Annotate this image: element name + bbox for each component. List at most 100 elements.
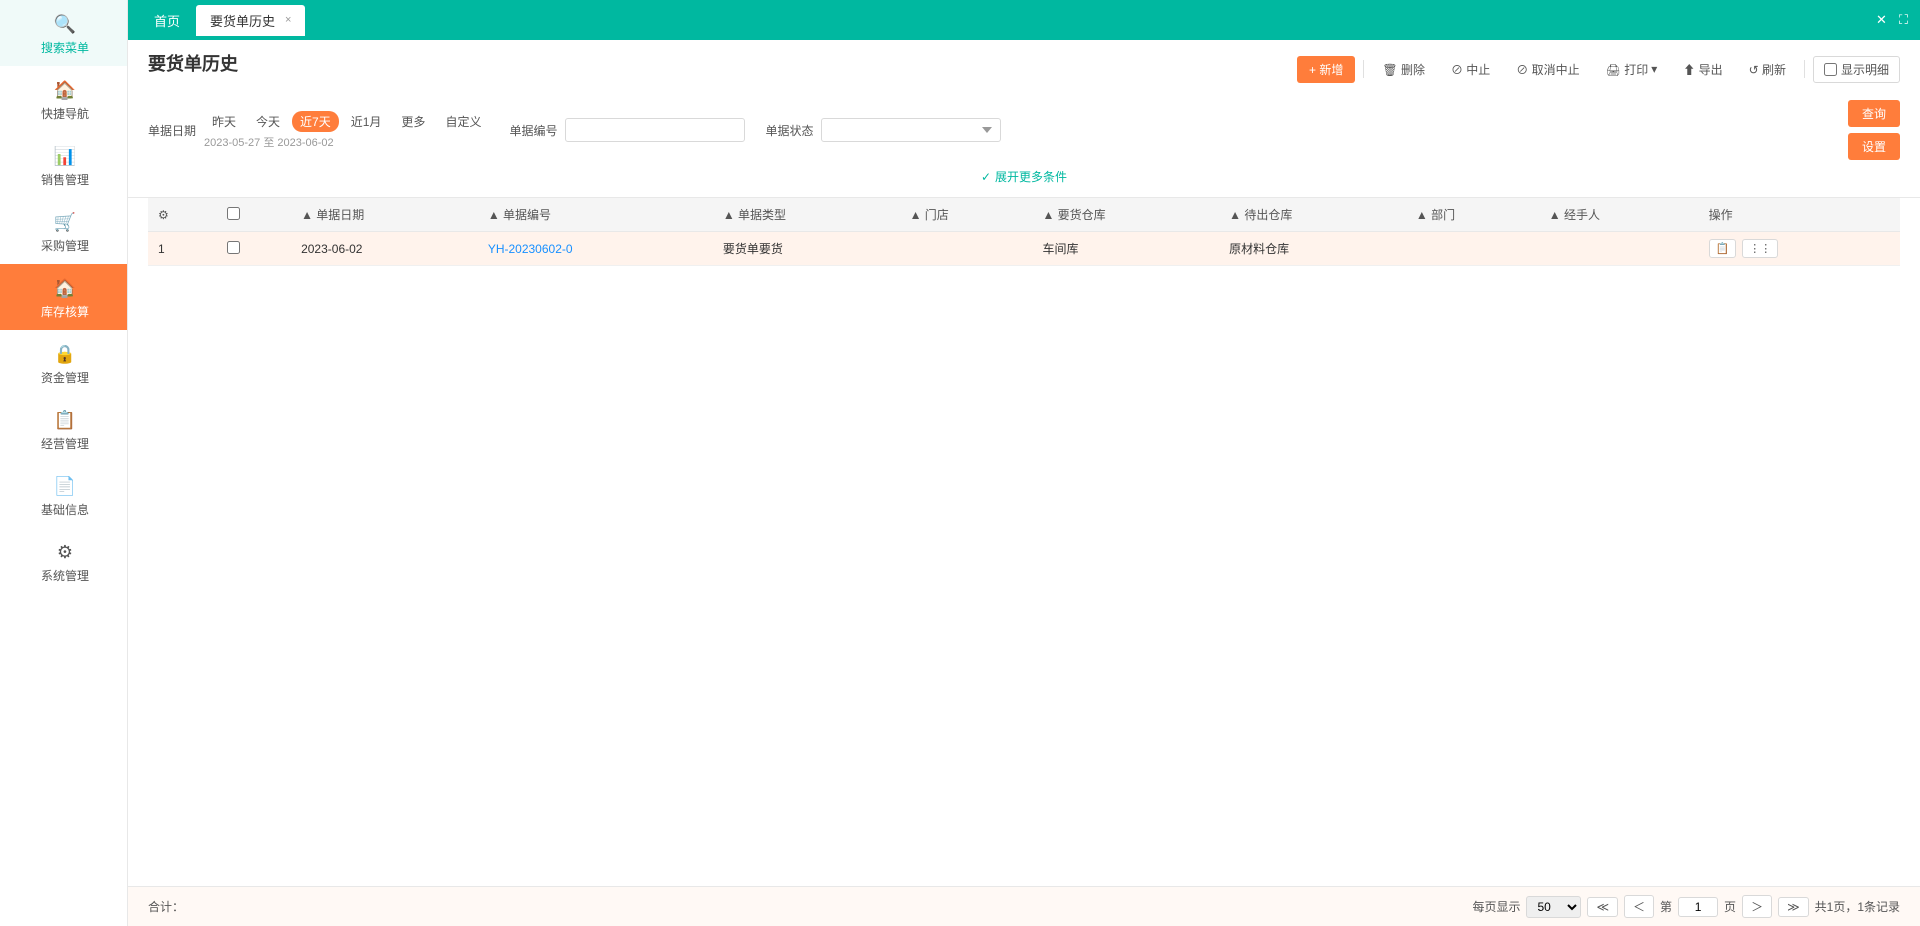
row-order-no: YH-20230602-0 (478, 232, 713, 266)
col-department[interactable]: ▲ 部门 (1406, 198, 1539, 232)
date-btn-yesterday[interactable]: 昨天 (204, 111, 244, 132)
sidebar-item-sales[interactable]: 📊 销售管理 (0, 132, 127, 198)
page-last-button[interactable]: ≫ (1778, 897, 1809, 917)
order-no-link[interactable]: YH-20230602-0 (488, 242, 573, 256)
expand-more-container: ✓ 展开更多条件 (148, 168, 1900, 185)
page-first-button[interactable]: ≪ (1587, 897, 1618, 917)
sidebar-item-system[interactable]: ⚙ 系统管理 (0, 528, 127, 594)
print-button[interactable]: 🖨 打印 ▾ (1596, 56, 1668, 83)
order-no-input[interactable] (565, 118, 745, 142)
sales-icon: 📊 (54, 146, 76, 167)
sidebar-label-inventory: 库存核算 (41, 303, 89, 320)
row-view-button[interactable]: 📋 (1709, 239, 1737, 258)
row-pending-warehouse: 原材料仓库 (1219, 232, 1406, 266)
date-btn-1month[interactable]: 近1月 (343, 111, 390, 132)
col-type[interactable]: ▲ 单据类型 (713, 198, 900, 232)
suspend-button[interactable]: ⊘ 中止 (1441, 56, 1500, 83)
settings-gear-icon[interactable]: ⚙ (158, 208, 169, 222)
page-title: 要货单历史 (148, 50, 238, 76)
total-info: 共1页，1条记录 (1815, 898, 1900, 915)
page-suffix-label: 页 (1724, 898, 1736, 915)
col-date-label: ▲ 单据日期 (301, 208, 364, 222)
col-handler-label: ▲ 经手人 (1549, 208, 1600, 222)
sidebar-label-operations: 经营管理 (41, 435, 89, 452)
display-detail-checkbox[interactable] (1824, 63, 1837, 76)
expand-more-label: 展开更多条件 (995, 168, 1067, 185)
page-container: 要货单历史 + 新增 🗑 删除 ⊘ 中止 ⊘ 取消中止 🖨 打印 ▾ ⬆ 导出 … (128, 40, 1920, 926)
col-pending-warehouse[interactable]: ▲ 待出仓库 (1219, 198, 1406, 232)
status-select[interactable] (821, 118, 1001, 142)
col-checkbox (217, 198, 291, 232)
system-icon: ⚙ (57, 542, 73, 563)
row-checkbox[interactable] (227, 241, 240, 254)
window-close-button[interactable]: ✕ (1876, 12, 1887, 28)
filter-row: 单据日期 昨天 今天 近7天 近1月 更多 自定义 2023-05-27 至 2… (148, 100, 1900, 160)
quick-nav-icon: 🏠 (54, 80, 76, 101)
page-number-input[interactable] (1678, 897, 1718, 917)
print-label: 🖨 打印 (1606, 61, 1649, 78)
row-handler (1539, 232, 1699, 266)
expand-more-button[interactable]: ✓ 展开更多条件 (981, 168, 1067, 185)
export-button[interactable]: ⬆ 导出 (1673, 56, 1732, 83)
date-filter-label: 单据日期 (148, 122, 196, 139)
cancel-suspend-button[interactable]: ⊘ 取消中止 (1506, 56, 1589, 83)
sidebar-item-quick-nav[interactable]: 🏠 快捷导航 (0, 66, 127, 132)
date-range-display: 2023-05-27 至 2023-06-02 (204, 134, 489, 150)
row-more-button[interactable]: ⋮⋮ (1742, 239, 1778, 258)
col-order-no[interactable]: ▲ 单据编号 (478, 198, 713, 232)
date-btn-custom[interactable]: 自定义 (437, 111, 489, 132)
display-detail-button[interactable]: 显示明细 (1813, 56, 1900, 83)
window-fullscreen-button[interactable]: ⛶ (1899, 12, 1908, 28)
filter-settings-button[interactable]: 设置 (1848, 133, 1900, 160)
sidebar-item-basic-info[interactable]: 📄 基础信息 (0, 462, 127, 528)
per-page-select[interactable]: 10 20 50 100 (1526, 896, 1581, 918)
select-all-checkbox[interactable] (227, 207, 240, 220)
query-settings-area: 查询 设置 (1848, 100, 1900, 160)
sidebar-label-sales: 销售管理 (41, 171, 89, 188)
date-btn-7days[interactable]: 近7天 (292, 111, 339, 132)
table-header: ⚙ ▲ 单据日期 ▲ 单据编号 ▲ 单据类型 (148, 198, 1900, 232)
delete-button[interactable]: 🗑 删除 (1372, 56, 1435, 83)
query-button[interactable]: 查询 (1848, 100, 1900, 127)
sidebar-label-basic-info: 基础信息 (41, 501, 89, 518)
main-content: 首页 要货单历史 × ✕ ⛶ 要货单历史 + 新增 🗑 删除 ⊘ 中止 ⊘ 取消… (128, 0, 1920, 926)
sidebar-item-operations[interactable]: 📋 经营管理 (0, 396, 127, 462)
expand-down-icon: ✓ (981, 170, 991, 184)
sidebar-item-finance[interactable]: 🔒 资金管理 (0, 330, 127, 396)
col-date[interactable]: ▲ 单据日期 (291, 198, 478, 232)
order-no-filter-group: 单据编号 (509, 118, 745, 142)
refresh-button[interactable]: ↺ 刷新 (1739, 56, 1796, 83)
inventory-icon: 🏠 (54, 278, 76, 299)
print-dropdown-icon[interactable]: ▾ (1651, 62, 1657, 76)
date-btn-today[interactable]: 今天 (248, 111, 288, 132)
page-prev-button[interactable]: ＜ (1624, 895, 1654, 918)
tab-home[interactable]: 首页 (140, 5, 194, 36)
tab-requisition-history-label: 要货单历史 (210, 11, 275, 30)
search-menu-icon: 🔍 (54, 14, 76, 35)
date-btn-more[interactable]: 更多 (393, 111, 433, 132)
date-buttons-group: 昨天 今天 近7天 近1月 更多 自定义 2023-05-27 至 2023-0… (204, 111, 489, 150)
col-store[interactable]: ▲ 门店 (900, 198, 1033, 232)
purchase-icon: 🛒 (54, 212, 76, 233)
sidebar-item-search-menu[interactable]: 🔍 搜索菜单 (0, 0, 127, 66)
col-req-warehouse[interactable]: ▲ 要货仓库 (1032, 198, 1219, 232)
row-index: 1 (148, 232, 217, 266)
operations-icon: 📋 (54, 410, 76, 431)
table-footer: 合计： 每页显示 10 20 50 100 ≪ ＜ 第 页 ＞ ≫ 共1页，1条… (128, 886, 1920, 926)
sidebar-label-search-menu: 搜索菜单 (41, 39, 89, 56)
top-bar: 首页 要货单历史 × ✕ ⛶ (128, 0, 1920, 40)
table-row: 1 2023-06-02 YH-20230602-0 要货单要货 车间库 原材料… (148, 232, 1900, 266)
col-handler[interactable]: ▲ 经手人 (1539, 198, 1699, 232)
sidebar-item-purchase[interactable]: 🛒 采购管理 (0, 198, 127, 264)
col-settings[interactable]: ⚙ (148, 198, 217, 232)
col-type-label: ▲ 单据类型 (723, 208, 786, 222)
sidebar-item-inventory[interactable]: 🏠 库存核算 (0, 264, 127, 330)
status-filter-group: 单据状态 (765, 118, 1001, 142)
row-type: 要货单要货 (713, 232, 900, 266)
row-checkbox-cell (217, 232, 291, 266)
tab-requisition-history[interactable]: 要货单历史 × (196, 5, 305, 36)
page-next-button[interactable]: ＞ (1742, 895, 1772, 918)
close-tab-button[interactable]: × (285, 14, 291, 26)
new-button[interactable]: + 新增 (1297, 56, 1355, 83)
col-department-label: ▲ 部门 (1416, 208, 1455, 222)
